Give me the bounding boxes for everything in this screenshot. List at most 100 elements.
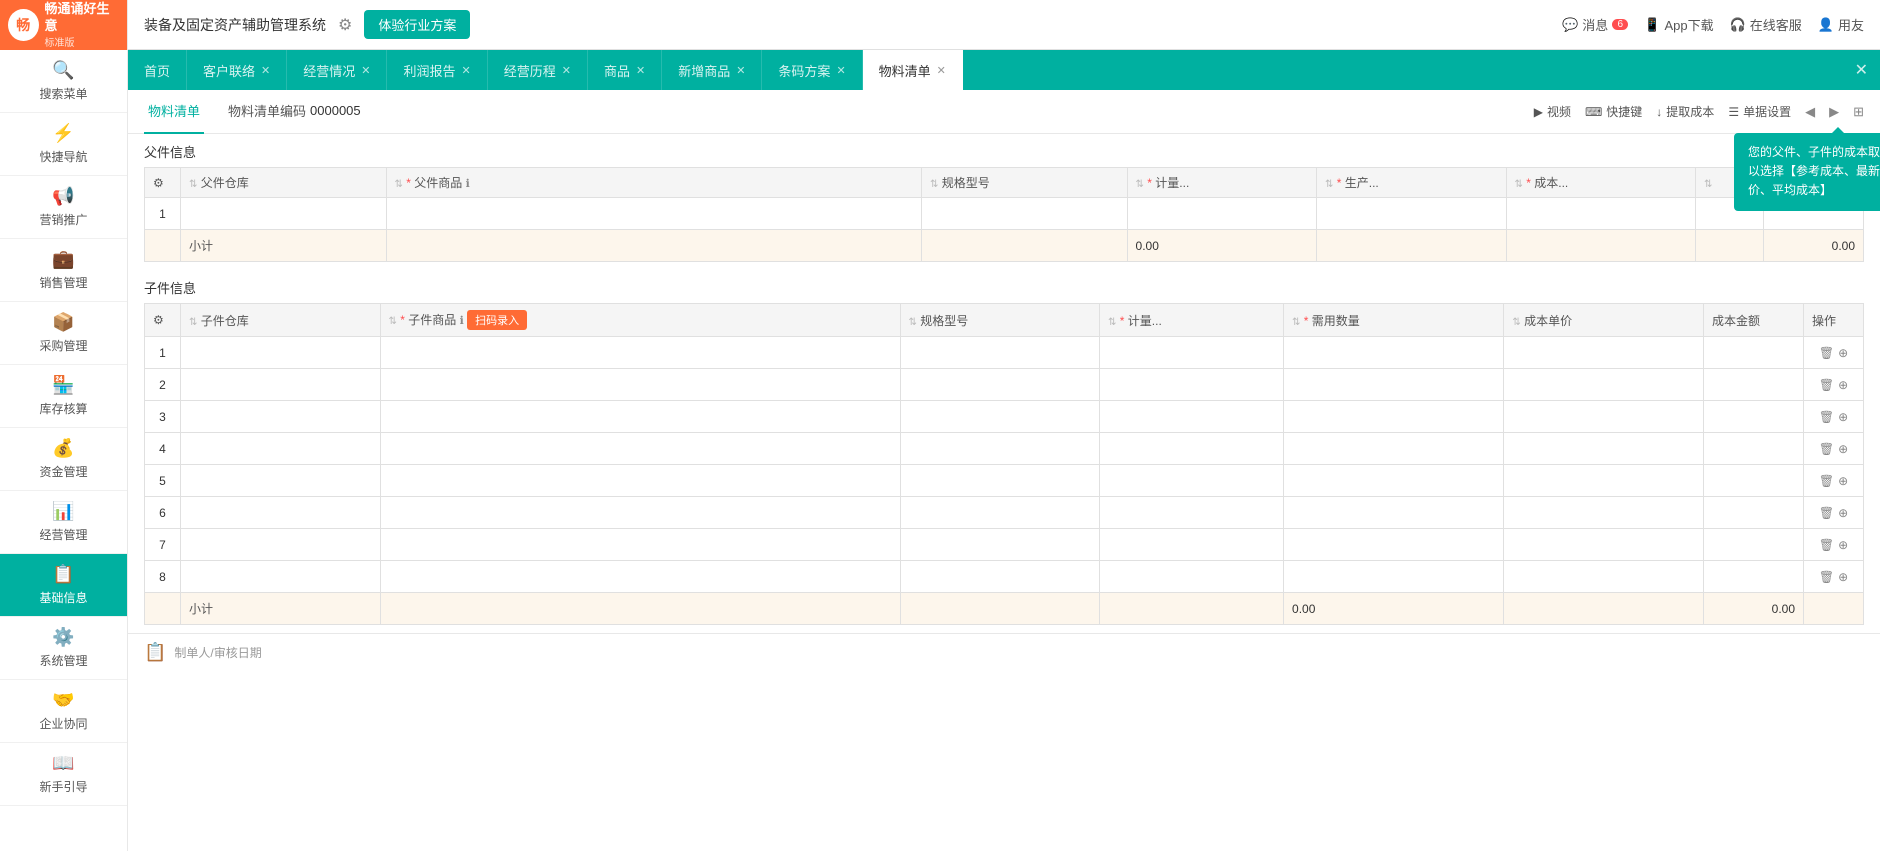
sidebar-item-5[interactable]: 🏪库存核算 bbox=[0, 365, 127, 428]
gear2-icon[interactable]: ⚙ bbox=[153, 313, 164, 327]
tab-close-5[interactable]: ✕ bbox=[636, 64, 645, 77]
copy-icon-4[interactable]: ⊕ bbox=[1838, 442, 1848, 456]
nav-tab-7[interactable]: 条码方案✕ bbox=[762, 50, 862, 90]
child-section-title: 子件信息 bbox=[144, 270, 1864, 303]
sub-tab-bom[interactable]: 物料清单 bbox=[144, 90, 204, 134]
delete-icon-3[interactable]: 🗑 bbox=[1819, 410, 1834, 424]
settings-icon[interactable]: ⚙ bbox=[338, 15, 352, 35]
sidebar-item-9[interactable]: ⚙️系统管理 bbox=[0, 617, 127, 680]
sidebar-icon-10: 🤝 bbox=[52, 690, 74, 711]
child-row-1: 1 🗑 ⊕ bbox=[145, 337, 1864, 369]
copy-icon-7[interactable]: ⊕ bbox=[1838, 538, 1848, 552]
message-btn[interactable]: 💬 消息 6 bbox=[1562, 15, 1628, 34]
tab-close-2[interactable]: ✕ bbox=[361, 64, 370, 77]
sidebar-item-2[interactable]: 📢营销推广 bbox=[0, 176, 127, 239]
tab-close-4[interactable]: ✕ bbox=[562, 64, 571, 77]
copy-icon-3[interactable]: ⊕ bbox=[1838, 410, 1848, 424]
delete-icon-7[interactable]: 🗑 bbox=[1819, 538, 1834, 552]
copy-icon-6[interactable]: ⊕ bbox=[1838, 506, 1848, 520]
delete-icon-2[interactable]: 🗑 bbox=[1819, 378, 1834, 392]
content-area: 父件信息 ⚙ ⇅ 父件仓库 ⇅ * bbox=[128, 134, 1880, 671]
tab-close-8[interactable]: ✕ bbox=[937, 64, 946, 77]
nav-tab-6[interactable]: 新增商品✕ bbox=[662, 50, 762, 90]
message-icon: 💬 bbox=[1562, 17, 1578, 33]
delete-icon-1[interactable]: 🗑 bbox=[1819, 346, 1834, 360]
parent-row-1: 1 bbox=[145, 198, 1864, 230]
tab-close-7[interactable]: ✕ bbox=[836, 64, 845, 77]
message-badge: 6 bbox=[1612, 19, 1628, 30]
sidebar-item-4[interactable]: 📦采购管理 bbox=[0, 302, 127, 365]
sidebar-item-7[interactable]: 📊经营管理 bbox=[0, 491, 127, 554]
logo-icon: 畅 bbox=[8, 9, 39, 41]
delete-icon-5[interactable]: 🗑 bbox=[1819, 474, 1834, 488]
child-row-7: 7 🗑 ⊕ bbox=[145, 529, 1864, 561]
shortcut-icon: ⌨ bbox=[1585, 105, 1602, 119]
delete-icon-4[interactable]: 🗑 bbox=[1819, 442, 1834, 456]
tab-close-3[interactable]: ✕ bbox=[462, 64, 471, 77]
user-btn[interactable]: 👤 用友 bbox=[1818, 15, 1864, 34]
child-row-3: 3 🗑 ⊕ bbox=[145, 401, 1864, 433]
logo-sub: 标准版 bbox=[45, 34, 119, 49]
system-name: 装备及固定资产辅助管理系统 bbox=[144, 15, 326, 35]
nav-next-icon[interactable]: ▶ bbox=[1829, 104, 1839, 120]
sidebar-item-6[interactable]: 💰资金管理 bbox=[0, 428, 127, 491]
delete-icon-6[interactable]: 🗑 bbox=[1819, 506, 1834, 520]
sidebar-icon-3: 💼 bbox=[52, 249, 74, 270]
sidebar-icon-8: 📋 bbox=[52, 564, 74, 585]
nav-tab-4[interactable]: 经营历程✕ bbox=[488, 50, 588, 90]
grid-view-icon[interactable]: ⊞ bbox=[1853, 104, 1864, 120]
sidebar-item-8[interactable]: 📋基础信息 bbox=[0, 554, 127, 617]
sidebar-item-3[interactable]: 💼销售管理 bbox=[0, 239, 127, 302]
sidebar-icon-2: 📢 bbox=[52, 186, 74, 207]
nav-tab-3[interactable]: 利润报告✕ bbox=[387, 50, 487, 90]
delete-icon-8[interactable]: 🗑 bbox=[1819, 570, 1834, 584]
nav-tab-8[interactable]: 物料清单✕ bbox=[863, 50, 963, 90]
nav-tab-1[interactable]: 客户联络✕ bbox=[187, 50, 287, 90]
app-download-btn[interactable]: 📱 App下载 bbox=[1644, 15, 1713, 34]
th-child-settings: ⚙ bbox=[145, 304, 181, 337]
toolbar-extract-cost[interactable]: ↓ 提取成本 bbox=[1656, 103, 1714, 120]
experience-btn[interactable]: 体验行业方案 bbox=[364, 10, 470, 39]
scan-btn[interactable]: 扫码录入 bbox=[467, 310, 527, 330]
nav-tabs: 首页客户联络✕经营情况✕利润报告✕经营历程✕商品✕新增商品✕条码方案✕物料清单✕… bbox=[128, 50, 1880, 90]
sub-tab-code[interactable]: 物料清单编码 0000005 bbox=[224, 90, 365, 134]
tab-close-1[interactable]: ✕ bbox=[261, 64, 270, 77]
page-content: 物料清单 物料清单编码 0000005 ▶ 视频 ⌨ 快捷键 bbox=[128, 90, 1880, 851]
sidebar-item-0[interactable]: 🔍搜索菜单 bbox=[0, 50, 127, 113]
nav-tab-5[interactable]: 商品✕ bbox=[588, 50, 662, 90]
th-spec: ⇅ 规格型号 bbox=[922, 168, 1128, 198]
copy-icon-2[interactable]: ⊕ bbox=[1838, 378, 1848, 392]
close-all-tabs-btn[interactable]: ✕ bbox=[1843, 60, 1880, 80]
toolbar-view[interactable]: ▶ 视频 bbox=[1534, 103, 1571, 120]
bill-code: 0000005 bbox=[310, 103, 361, 118]
extract-icon: ↓ bbox=[1656, 105, 1662, 119]
toolbar-shortcut[interactable]: ⌨ 快捷键 bbox=[1585, 103, 1642, 120]
nav-prev-icon[interactable]: ◀ bbox=[1805, 104, 1815, 120]
sidebar: 畅 畅通诵好生意 标准版 🔍搜索菜单⚡快捷导航📢营销推广💼销售管理📦采购管理🏪库… bbox=[0, 0, 128, 851]
child-row-4: 4 🗑 ⊕ bbox=[145, 433, 1864, 465]
bottom-icon[interactable]: 📋 bbox=[144, 642, 166, 663]
sidebar-item-10[interactable]: 🤝企业协同 bbox=[0, 680, 127, 743]
sub-tabs: 物料清单 物料清单编码 0000005 ▶ 视频 ⌨ 快捷键 bbox=[128, 90, 1880, 134]
parent-section: 父件信息 ⚙ ⇅ 父件仓库 ⇅ * bbox=[128, 134, 1880, 270]
copy-icon-1[interactable]: ⊕ bbox=[1838, 346, 1848, 360]
parent-table: ⚙ ⇅ 父件仓库 ⇅ * 父件商品 ℹ bbox=[144, 167, 1864, 262]
sidebar-item-11[interactable]: 📖新手引导 bbox=[0, 743, 127, 806]
copy-icon-8[interactable]: ⊕ bbox=[1838, 570, 1848, 584]
nav-tab-0[interactable]: 首页 bbox=[128, 50, 187, 90]
gear-icon[interactable]: ⚙ bbox=[153, 176, 164, 190]
parent-section-title: 父件信息 bbox=[144, 134, 1864, 167]
child-row-6: 6 🗑 ⊕ bbox=[145, 497, 1864, 529]
th-cost: ⇅ * 成本... bbox=[1506, 168, 1695, 198]
th-child-measure: ⇅ * 计量... bbox=[1100, 304, 1284, 337]
parent-subtotal-row: 小计 0.00 0.00 bbox=[145, 230, 1864, 262]
nav-tab-2[interactable]: 经营情况✕ bbox=[287, 50, 387, 90]
online-service-btn[interactable]: 🎧 在线客服 bbox=[1730, 15, 1802, 34]
sidebar-item-1[interactable]: ⚡快捷导航 bbox=[0, 113, 127, 176]
th-action: 操作 bbox=[1804, 304, 1864, 337]
tab-close-6[interactable]: ✕ bbox=[736, 64, 745, 77]
th-child-warehouse: ⇅ 子件仓库 bbox=[181, 304, 381, 337]
copy-icon-5[interactable]: ⊕ bbox=[1838, 474, 1848, 488]
toolbar-single-settings[interactable]: ☰ 单据设置 bbox=[1728, 103, 1791, 120]
th-parent-product: ⇅ * 父件商品 ℹ bbox=[386, 168, 922, 198]
